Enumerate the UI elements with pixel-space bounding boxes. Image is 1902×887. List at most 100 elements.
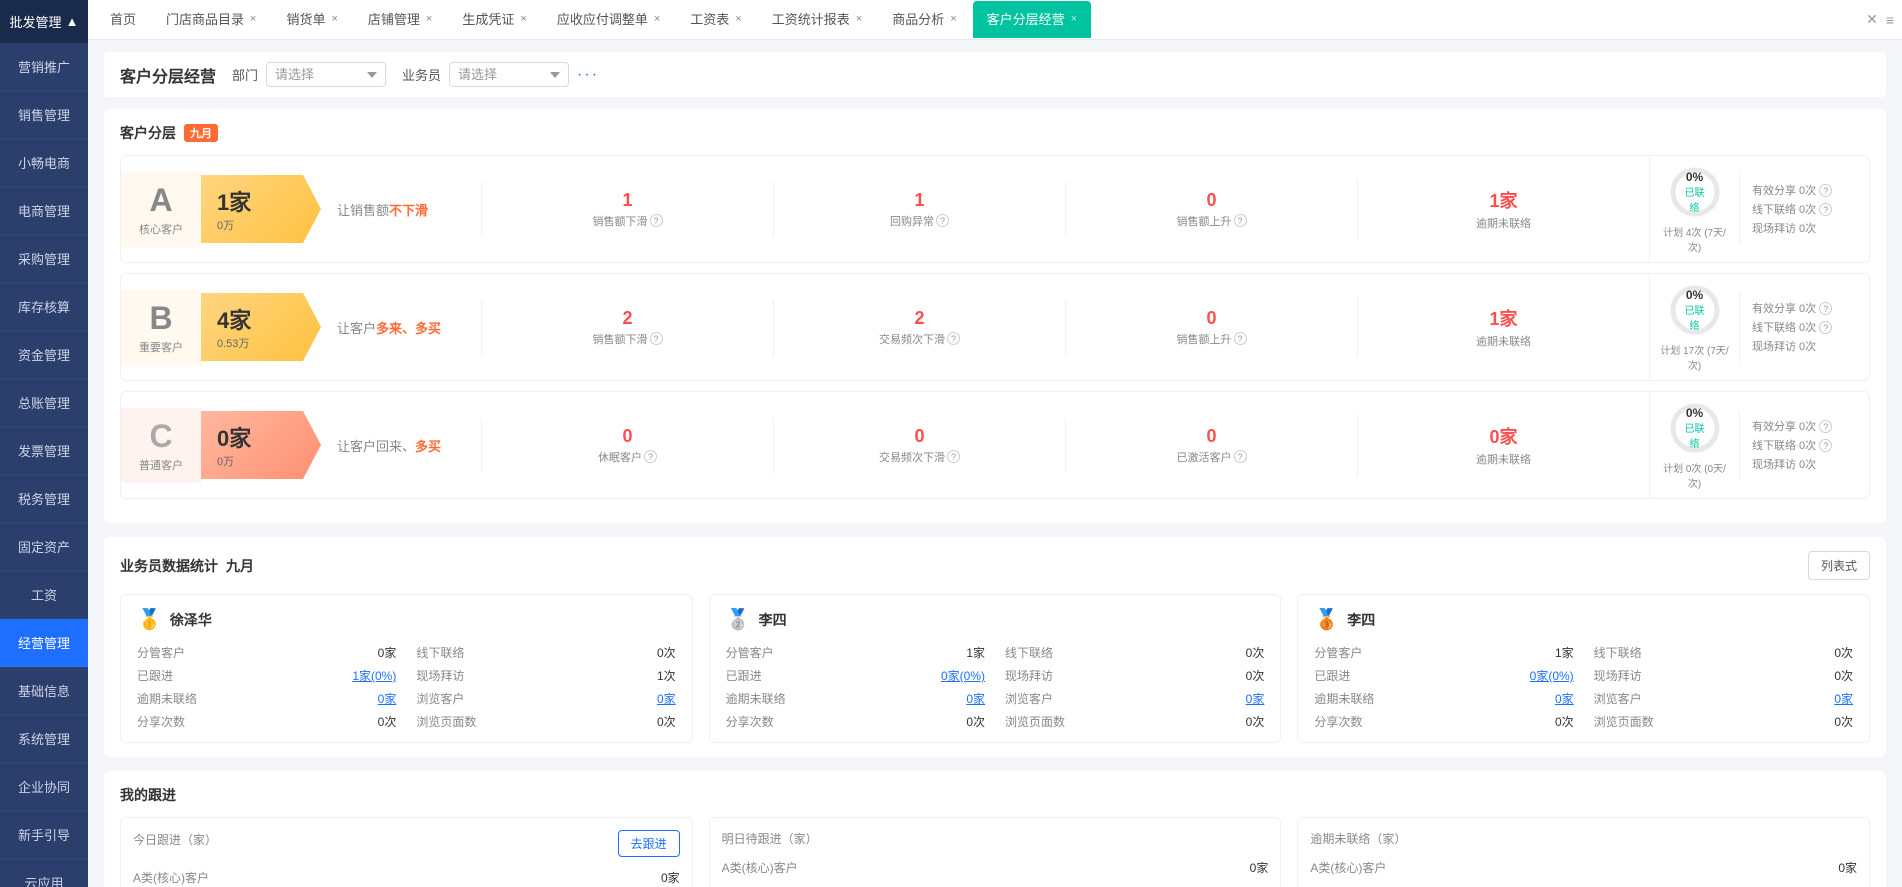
staff-label: 业务员 (402, 65, 441, 84)
sidebar-item-collab[interactable]: 企业协同 (0, 763, 88, 811)
follow-grid: 今日跟进（家） 去跟进 A类(核心)客户 0家 明日待跟进（家） A类(核心)客… (120, 817, 1870, 887)
tab-store-mgmt[interactable]: 店铺管理 × (354, 1, 446, 38)
tier-row-b: B 重要客户 4家 0.53万 让客户多来、多买 2 销售额下滑? 2 (120, 273, 1870, 381)
tab-home[interactable]: 首页 (96, 1, 150, 38)
sidebar-item-operations[interactable]: 经营管理 (0, 619, 88, 667)
tab-voucher[interactable]: 生成凭证 × (448, 1, 540, 38)
sidebar-item-finance[interactable]: 资金管理 (0, 331, 88, 379)
stat-line: 现场拜访 0次 (1752, 338, 1857, 354)
sidebar-item-procurement[interactable]: 采购管理 (0, 235, 88, 283)
sidebar-item-assets[interactable]: 固定资产 (0, 523, 88, 571)
close-icon[interactable]: × (950, 13, 956, 25)
tab-payroll-report[interactable]: 工资统计报表 × (758, 1, 876, 38)
tier-stat-overdue-c: 0家 逾期未联络 (1357, 415, 1649, 475)
sidebar-toggle-icon: ▲ (66, 14, 79, 29)
close-icon[interactable]: × (426, 13, 432, 25)
tier-stat-sales-down: 1 销售额下滑? (481, 182, 773, 237)
biz-card-2: 🥉 李四 分管客户 1家 线下联络 0次 已跟进 (1297, 594, 1870, 743)
biz-stat-row: 逾期未联络 0家 (726, 690, 985, 707)
tab-customer-tier[interactable]: 客户分层经营 × (973, 1, 1091, 38)
sidebar-item-base-info[interactable]: 基础信息 (0, 667, 88, 715)
close-icon[interactable]: × (250, 13, 256, 25)
stat-line: 线下联络 0次 ? (1752, 437, 1857, 453)
biz-stat-row: 现场拜访 1次 (416, 667, 675, 684)
biz-stat-row: 浏览客户 0家 (1005, 690, 1264, 707)
stat-line: 有效分享 0次 ? (1752, 300, 1857, 316)
circle-stat-a: 0% 已联络 计划 4次 (7天/次) (1649, 156, 1739, 262)
info-icon[interactable]: ? (1819, 184, 1832, 197)
circle-progress-b: 0% 已联络 (1667, 282, 1723, 338)
content-area: 客户分层经营 部门 请选择 业务员 请选择 ··· 客户分层 九月 (88, 40, 1902, 887)
sidebar-item-cloud[interactable]: 云应用 (0, 859, 88, 887)
info-icon[interactable]: ? (650, 214, 663, 227)
tier-label-a: A 核心客户 (121, 172, 201, 247)
info-icon[interactable]: ? (1819, 420, 1832, 433)
biz-stat-row: 现场拜访 0次 (1594, 667, 1853, 684)
tab-sales-order[interactable]: 销货单 × (272, 1, 351, 38)
info-icon[interactable]: ? (1819, 321, 1832, 334)
tab-store-products[interactable]: 门店商品目录 × (152, 1, 270, 38)
filter-group-staff: 业务员 请选择 ··· (402, 62, 599, 87)
medal-silver-icon: 🥈 (726, 607, 751, 632)
info-icon[interactable]: ? (1819, 203, 1832, 216)
sidebar-item-ecommerce[interactable]: 电商管理 (0, 187, 88, 235)
sidebar-item-invoice[interactable]: 发票管理 (0, 427, 88, 475)
stat-line: 现场拜访 0次 (1752, 456, 1857, 472)
close-icon[interactable]: × (654, 13, 660, 25)
biz-grid-0: 分管客户 0家 线下联络 0次 已跟进 1家(0%) 现场拜访 (137, 644, 676, 730)
follow-col-overdue: 逾期未联络（家） A类(核心)客户 0家 (1297, 817, 1870, 887)
sidebar-item-ledger[interactable]: 总账管理 (0, 379, 88, 427)
circle-progress-a: 0% 已联络 (1667, 164, 1723, 220)
filter-more-icon[interactable]: ··· (577, 66, 599, 84)
staff-select[interactable]: 请选择 (449, 62, 569, 87)
follow-col-title-today: 今日跟进（家） (133, 831, 217, 848)
sidebar-item-sales[interactable]: 销售管理 (0, 91, 88, 139)
info-icon[interactable]: ? (1234, 450, 1247, 463)
sidebar-header[interactable]: 批发管理 ▲ (0, 0, 88, 43)
biz-card-header-2: 🥉 李四 (1314, 607, 1853, 632)
biz-stat-row: 线下联络 0次 (1005, 644, 1264, 661)
close-icon[interactable]: × (331, 13, 337, 25)
info-icon[interactable]: ? (1819, 302, 1832, 315)
sidebar-item-system[interactable]: 系统管理 (0, 715, 88, 763)
biz-stat-row: 逾期未联络 0家 (1314, 690, 1573, 707)
month-badge: 九月 (184, 124, 218, 142)
info-icon[interactable]: ? (650, 332, 663, 345)
tab-close-icon[interactable]: ✕ (1866, 11, 1878, 28)
info-icon[interactable]: ? (1234, 332, 1247, 345)
sidebar-item-salary[interactable]: 工资 (0, 571, 88, 619)
tab-ar-ap[interactable]: 应收应付调整单 × (543, 1, 674, 38)
sidebar-item-tax[interactable]: 税务管理 (0, 475, 88, 523)
biz-stat-row: 分享次数 0次 (726, 713, 985, 730)
info-icon[interactable]: ? (1819, 439, 1832, 452)
list-view-button[interactable]: 列表式 (1808, 551, 1870, 580)
info-icon[interactable]: ? (936, 214, 949, 227)
go-follow-button[interactable]: 去跟进 (618, 830, 680, 857)
info-icon[interactable]: ? (1234, 214, 1247, 227)
close-icon[interactable]: × (1071, 13, 1077, 25)
biz-name-0: 徐泽华 (170, 610, 212, 630)
filter-group-dept: 部门 请选择 (232, 62, 386, 87)
biz-stat-row: 分享次数 0次 (1314, 713, 1573, 730)
dept-select[interactable]: 请选择 (266, 62, 386, 87)
biz-stat-row: 逾期未联络 0家 (137, 690, 396, 707)
tier-label-c: C 普通客户 (121, 408, 201, 483)
tab-menu-icon[interactable]: ≡ (1886, 12, 1894, 28)
close-icon[interactable]: × (520, 13, 526, 25)
sidebar-item-inventory[interactable]: 库存核算 (0, 283, 88, 331)
sidebar-item-ecommerce-small[interactable]: 小畅电商 (0, 139, 88, 187)
tab-product-analysis[interactable]: 商品分析 × (878, 1, 970, 38)
info-icon[interactable]: ? (947, 450, 960, 463)
tier-stat-overdue-a: 1家 逾期未联络 (1357, 179, 1649, 239)
tier-stat-overdue-b: 1家 逾期未联络 (1357, 297, 1649, 357)
sidebar-item-marketing[interactable]: 营销推广 (0, 43, 88, 91)
tab-payroll[interactable]: 工资表 × (676, 1, 755, 38)
info-icon[interactable]: ? (644, 450, 657, 463)
tier-right-stats-a: 有效分享 0次 ? 线下联络 0次 ? 现场拜访 0次 (1739, 174, 1869, 244)
close-icon[interactable]: × (856, 13, 862, 25)
info-icon[interactable]: ? (947, 332, 960, 345)
biz-stat-row: 线下联络 0次 (1594, 644, 1853, 661)
close-icon[interactable]: × (735, 13, 741, 25)
biz-stat-row: 分管客户 1家 (1314, 644, 1573, 661)
sidebar-item-guide[interactable]: 新手引导 (0, 811, 88, 859)
